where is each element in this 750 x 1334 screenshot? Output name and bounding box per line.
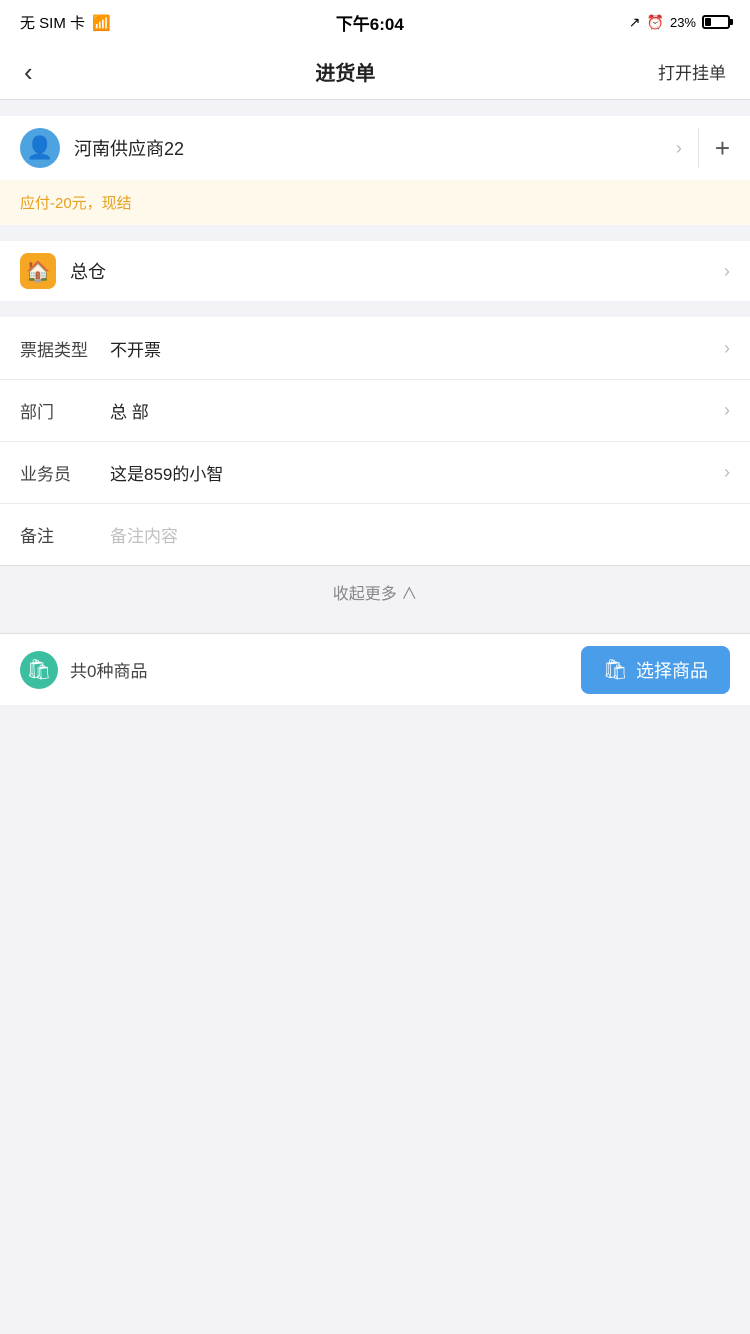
page-background [0, 705, 750, 1005]
invoice-chevron-icon: › [724, 338, 730, 359]
form-row-invoice[interactable]: 票据类型 不开票 › [0, 317, 750, 379]
goods-count-wrap: 🛍 共0种商品 [20, 651, 147, 689]
bottom-bar: 🛍 共0种商品 🛍 选择商品 [0, 633, 750, 705]
notice-bar: 应付-20元，现结 [0, 180, 750, 225]
collapse-button[interactable]: 收起更多 ∧ [0, 565, 750, 617]
supplier-name: 河南供应商22 [74, 135, 676, 161]
select-goods-button[interactable]: 🛍 选择商品 [581, 646, 730, 694]
status-bar: 无 SIM 卡 📶 下午6:04 ↗ ⏰ 23% [0, 0, 750, 44]
invoice-label: 票据类型 [20, 336, 110, 361]
supplier-chevron-icon: › [676, 138, 682, 159]
warehouse-icon: 🏠 [26, 259, 51, 284]
form-row-department[interactable]: 部门 总 部 › [0, 379, 750, 441]
status-time: 下午6:04 [336, 10, 404, 35]
remark-placeholder[interactable]: 备注内容 [110, 522, 730, 547]
department-value: 总 部 [110, 398, 724, 423]
warehouse-card: 🏠 总仓 › [0, 241, 750, 301]
add-supplier-button[interactable]: + [715, 135, 730, 161]
battery-percent: 23% [670, 15, 696, 30]
select-goods-icon: 🛍 [603, 657, 628, 682]
department-chevron-icon: › [724, 400, 730, 421]
gap2 [0, 225, 750, 241]
goods-icon-wrap: 🛍 [20, 651, 58, 689]
alarm-icon: ⏰ [647, 14, 664, 31]
form-card: 票据类型 不开票 › 部门 总 部 › 业务员 这是859的小智 › 备注 备注… [0, 317, 750, 617]
department-label: 部门 [20, 398, 110, 423]
supplier-row[interactable]: 👤 河南供应商22 › + [0, 116, 750, 180]
salesperson-label: 业务员 [20, 460, 110, 485]
form-row-salesperson[interactable]: 业务员 这是859的小智 › [0, 441, 750, 503]
status-right: ↗ ⏰ 23% [629, 14, 730, 31]
battery-icon [702, 15, 730, 29]
nav-bar: ‹ 进货单 打开挂单 [0, 44, 750, 100]
vertical-divider [698, 128, 699, 168]
goods-cart-icon: 🛍 [26, 657, 51, 682]
warehouse-row[interactable]: 🏠 总仓 › [0, 241, 750, 301]
invoice-value: 不开票 [110, 336, 724, 361]
warehouse-chevron-icon: › [724, 261, 730, 282]
open-pending-button[interactable]: 打开挂单 [658, 59, 726, 84]
goods-count-label: 共0种商品 [70, 657, 147, 682]
gap4 [0, 617, 750, 633]
collapse-label: 收起更多 ∧ [333, 580, 417, 604]
salesperson-chevron-icon: › [724, 462, 730, 483]
supplier-card: 👤 河南供应商22 › + 应付-20元，现结 [0, 116, 750, 225]
salesperson-value: 这是859的小智 [110, 460, 724, 485]
avatar: 👤 [20, 128, 60, 168]
gap1 [0, 100, 750, 116]
location-icon: ↗ [629, 14, 641, 31]
form-row-remark[interactable]: 备注 备注内容 [0, 503, 750, 565]
remark-label: 备注 [20, 522, 110, 547]
warehouse-label: 总仓 [70, 258, 724, 284]
avatar-icon: 👤 [26, 137, 53, 159]
page-title: 进货单 [315, 57, 375, 86]
status-left: 无 SIM 卡 📶 [20, 12, 111, 33]
gap3 [0, 301, 750, 317]
warehouse-icon-wrap: 🏠 [20, 253, 56, 289]
select-goods-label: 选择商品 [636, 657, 708, 683]
back-button[interactable]: ‹ [24, 59, 33, 85]
notice-text: 应付-20元，现结 [20, 195, 132, 212]
